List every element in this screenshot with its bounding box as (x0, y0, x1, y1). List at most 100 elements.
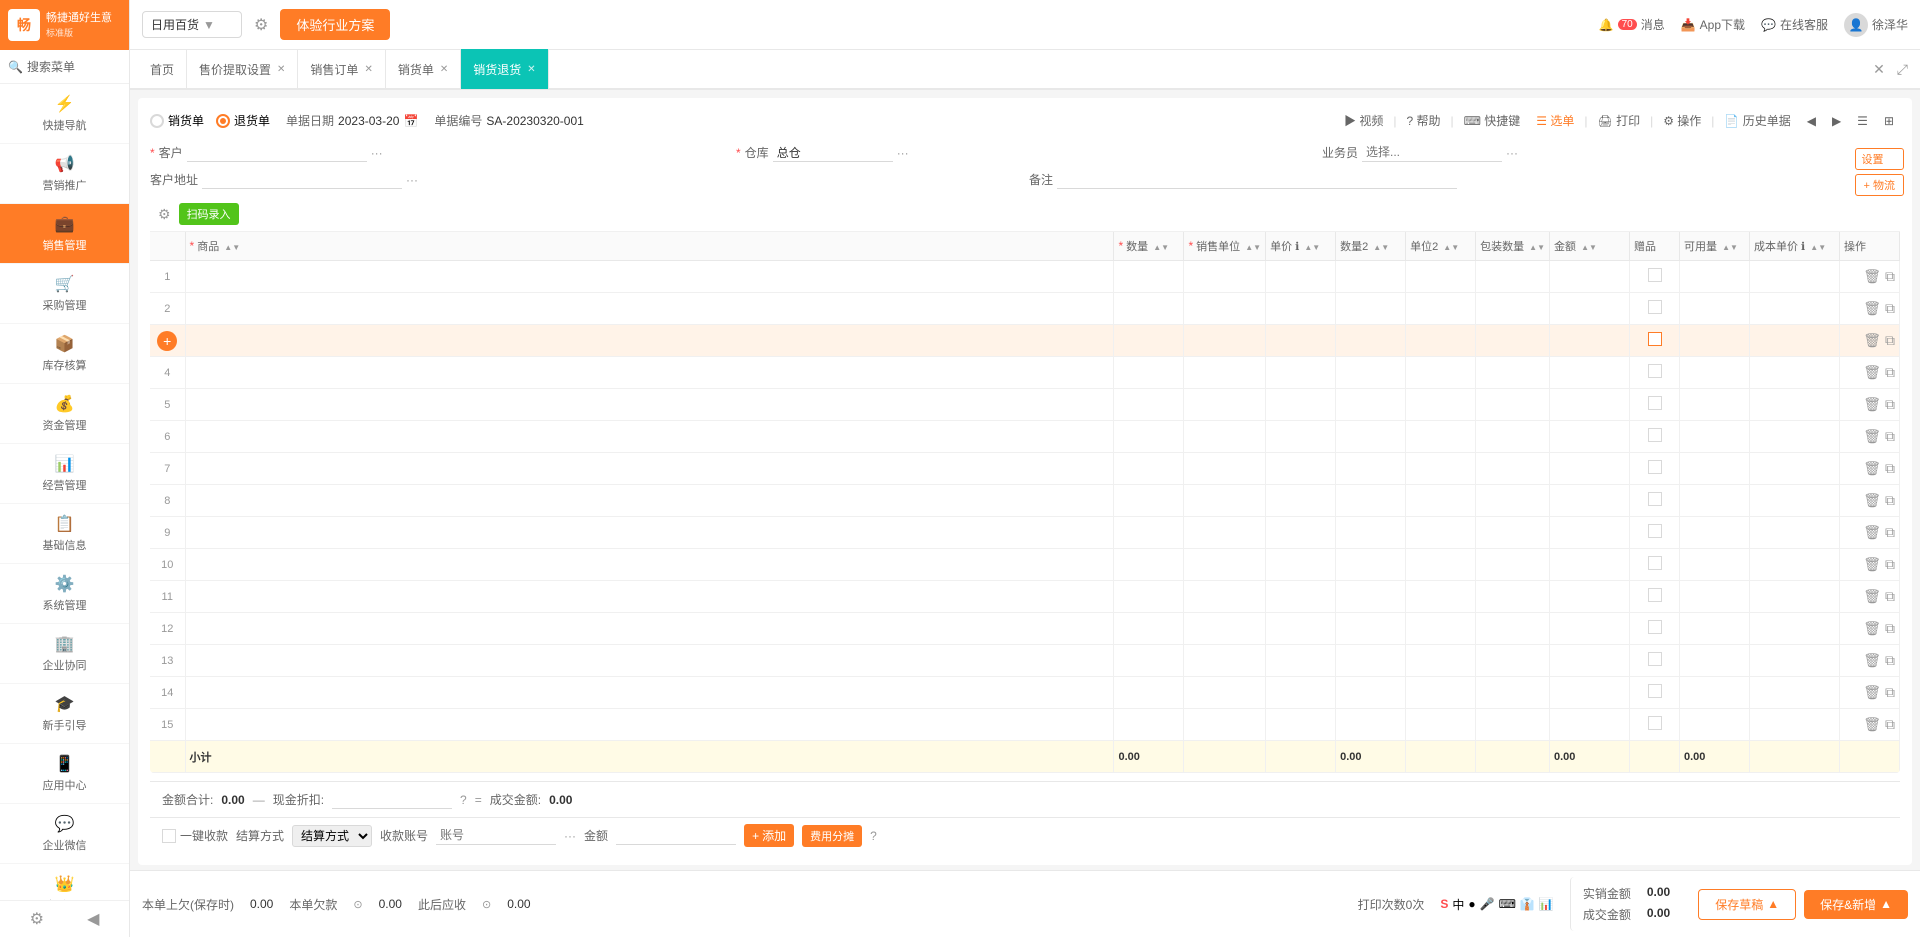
sidebar-item-sales-mgmt[interactable]: 💼 销售管理 (0, 204, 129, 264)
sort-avail-icon[interactable]: ▲▼ (1722, 243, 1738, 252)
close-all-tabs-btn[interactable]: ✕ (1869, 59, 1889, 80)
print-btn[interactable]: 🖨 打印 (1592, 110, 1647, 131)
sidebar-item-operations[interactable]: 📊 经营管理 (0, 444, 129, 504)
view-list-btn[interactable]: ☰ (1851, 112, 1874, 130)
payment-amount-input[interactable] (616, 826, 736, 845)
warehouse-ellipsis-btn[interactable]: ··· (897, 146, 909, 160)
sort-pack-icon[interactable]: ▲▼ (1529, 243, 1545, 252)
tab-sales-order[interactable]: 销售订单 ✕ (298, 49, 385, 89)
radio-sales-delivery[interactable]: 销货单 (150, 112, 204, 129)
delete-row-btn[interactable]: 🗑 (1863, 460, 1881, 477)
calc-method-select[interactable]: 结算方式 (292, 825, 372, 847)
sort-qty2-icon[interactable]: ▲▼ (1373, 243, 1389, 252)
sales-person-input[interactable] (1362, 143, 1502, 162)
sidebar-item-system[interactable]: ⚙️ 系统管理 (0, 564, 129, 624)
delete-row-btn[interactable]: 🗑 (1863, 364, 1881, 381)
taskbar-icon4[interactable]: ⌨ (1499, 897, 1516, 911)
online-service-btn[interactable]: 💬 在线客服 (1761, 16, 1828, 33)
delete-row-btn[interactable]: 🗑 (1863, 492, 1881, 509)
save-draft-btn[interactable]: 保存草稿 ▲ (1698, 889, 1796, 920)
help-btn[interactable]: ? 帮助 (1400, 110, 1446, 131)
delete-row-btn[interactable]: 🗑 (1863, 620, 1881, 637)
sidebar-item-enterprise-wechat[interactable]: 💬 企业微信 (0, 804, 129, 864)
shortcut-btn[interactable]: ⌨ 快捷键 (1458, 110, 1527, 131)
dropdown-arrow-save[interactable]: ▲ (1767, 897, 1779, 911)
delete-row-btn[interactable]: 🗑 (1863, 396, 1881, 413)
tab-sales-delivery[interactable]: 销货单 ✕ (386, 49, 461, 89)
sort-qty-icon[interactable]: ▲▼ (1153, 243, 1169, 252)
delete-row-btn[interactable]: 🗑 (1863, 652, 1881, 669)
copy-row-btn[interactable]: ⧉ (1885, 300, 1895, 317)
tab-home[interactable]: 首页 (138, 49, 187, 89)
sidebar-search[interactable]: 🔍 搜索菜单 (0, 50, 129, 84)
trial-btn[interactable]: 体验行业方案 (280, 9, 390, 40)
customer-ellipsis-btn[interactable]: ··· (371, 146, 383, 160)
quick-pay-checkbox-box[interactable] (162, 829, 176, 843)
app-download-btn[interactable]: 📥 App下载 (1681, 16, 1745, 33)
sort-amount-icon[interactable]: ▲▼ (1581, 243, 1597, 252)
sidebar-item-inventory[interactable]: 📦 库存核算 (0, 324, 129, 384)
sort-unit2-icon[interactable]: ▲▼ (1443, 243, 1459, 252)
sidebar-item-marketing[interactable]: 📢 营销推广 (0, 144, 129, 204)
copy-row-btn[interactable]: ⧉ (1885, 620, 1895, 637)
module-selector[interactable]: 日用百货 ▼ (142, 11, 242, 38)
sidebar-item-member[interactable]: 👑 畅会员 (0, 864, 129, 900)
warehouse-input[interactable] (773, 143, 893, 162)
sidebar-item-newbie[interactable]: 🎓 新手引导 (0, 684, 129, 744)
sort-price-icon[interactable]: ▲▼ (1304, 243, 1320, 252)
delete-row-btn[interactable]: 🗑 (1863, 428, 1881, 445)
copy-row-btn[interactable]: ⧉ (1885, 268, 1895, 285)
ops-btn[interactable]: ⚙ 操作 (1657, 110, 1707, 131)
scan-btn[interactable]: 扫码录入 (179, 203, 239, 225)
nav-next-btn[interactable]: ▶ (1826, 112, 1847, 130)
add-payment-btn[interactable]: + 添加 (744, 824, 794, 847)
history-btn[interactable]: 📄 历史单据 (1718, 110, 1796, 131)
expense-split-btn[interactable]: 费用分摊 (802, 825, 862, 847)
account-ellipsis-btn[interactable]: ··· (564, 829, 576, 843)
copy-row-btn[interactable]: ⧉ (1885, 716, 1895, 733)
delete-row-btn[interactable]: 🗑 (1863, 300, 1881, 317)
address-input[interactable] (202, 170, 402, 189)
customer-input[interactable] (187, 143, 367, 162)
cash-discount-input[interactable] (332, 790, 452, 809)
notification-btn[interactable]: 🔔 70 消息 (1599, 16, 1665, 33)
table-settings-icon[interactable]: ⚙ (158, 206, 171, 223)
sort-cost-icon[interactable]: ▲▼ (1810, 243, 1826, 252)
taskbar-icon3[interactable]: 🎤 (1480, 897, 1495, 911)
tab-sales-order-close[interactable]: ✕ (364, 64, 372, 75)
product-cell[interactable] (185, 261, 1114, 293)
save-new-btn[interactable]: 保存&新增 ▲ (1804, 890, 1908, 919)
delete-row-btn[interactable]: 🗑 (1863, 332, 1881, 349)
copy-row-btn[interactable]: ⧉ (1885, 332, 1895, 349)
account-input[interactable] (436, 826, 556, 845)
settings-bottom-btn[interactable]: ⚙ (30, 909, 44, 929)
product-input-active[interactable] (190, 334, 1110, 348)
select-btn[interactable]: ☰ 选单 (1530, 110, 1580, 131)
collapse-sidebar-btn[interactable]: ◀ (87, 909, 99, 929)
dropdown-arrow-save-new[interactable]: ▲ (1880, 897, 1892, 911)
sidebar-item-purchase[interactable]: 🛒 采购管理 (0, 264, 129, 324)
taskbar-icon6[interactable]: 📊 (1539, 897, 1554, 911)
tab-sales-delivery-close[interactable]: ✕ (440, 64, 448, 75)
sidebar-item-enterprise[interactable]: 🏢 企业协同 (0, 624, 129, 684)
taskbar-icon5[interactable]: 👔 (1520, 897, 1535, 911)
sidebar-item-finance[interactable]: 💰 资金管理 (0, 384, 129, 444)
view-grid-btn[interactable]: ⊞ (1878, 112, 1900, 130)
topbar-gear-icon[interactable]: ⚙ (250, 11, 272, 39)
tab-sales-return[interactable]: 销货退货 ✕ (461, 49, 548, 89)
copy-row-btn[interactable]: ⧉ (1885, 652, 1895, 669)
copy-row-btn[interactable]: ⧉ (1885, 492, 1895, 509)
copy-row-btn[interactable]: ⧉ (1885, 364, 1895, 381)
radio-sales-return[interactable]: 退货单 (216, 112, 270, 129)
sidebar-item-app-center[interactable]: 📱 应用中心 (0, 744, 129, 804)
nav-prev-btn[interactable]: ◀ (1801, 112, 1822, 130)
cost-cell[interactable] (1750, 261, 1840, 293)
amount-cell[interactable] (1550, 261, 1630, 293)
copy-row-btn[interactable]: ⧉ (1885, 588, 1895, 605)
sort-product-icon[interactable]: ▲▼ (224, 243, 240, 252)
taskbar-icon2[interactable]: ● (1468, 897, 1475, 911)
tab-price-close[interactable]: ✕ (277, 64, 285, 75)
delete-row-btn[interactable]: 🗑 (1863, 268, 1881, 285)
copy-row-btn[interactable]: ⧉ (1885, 524, 1895, 541)
gift-cell[interactable] (1630, 261, 1680, 293)
